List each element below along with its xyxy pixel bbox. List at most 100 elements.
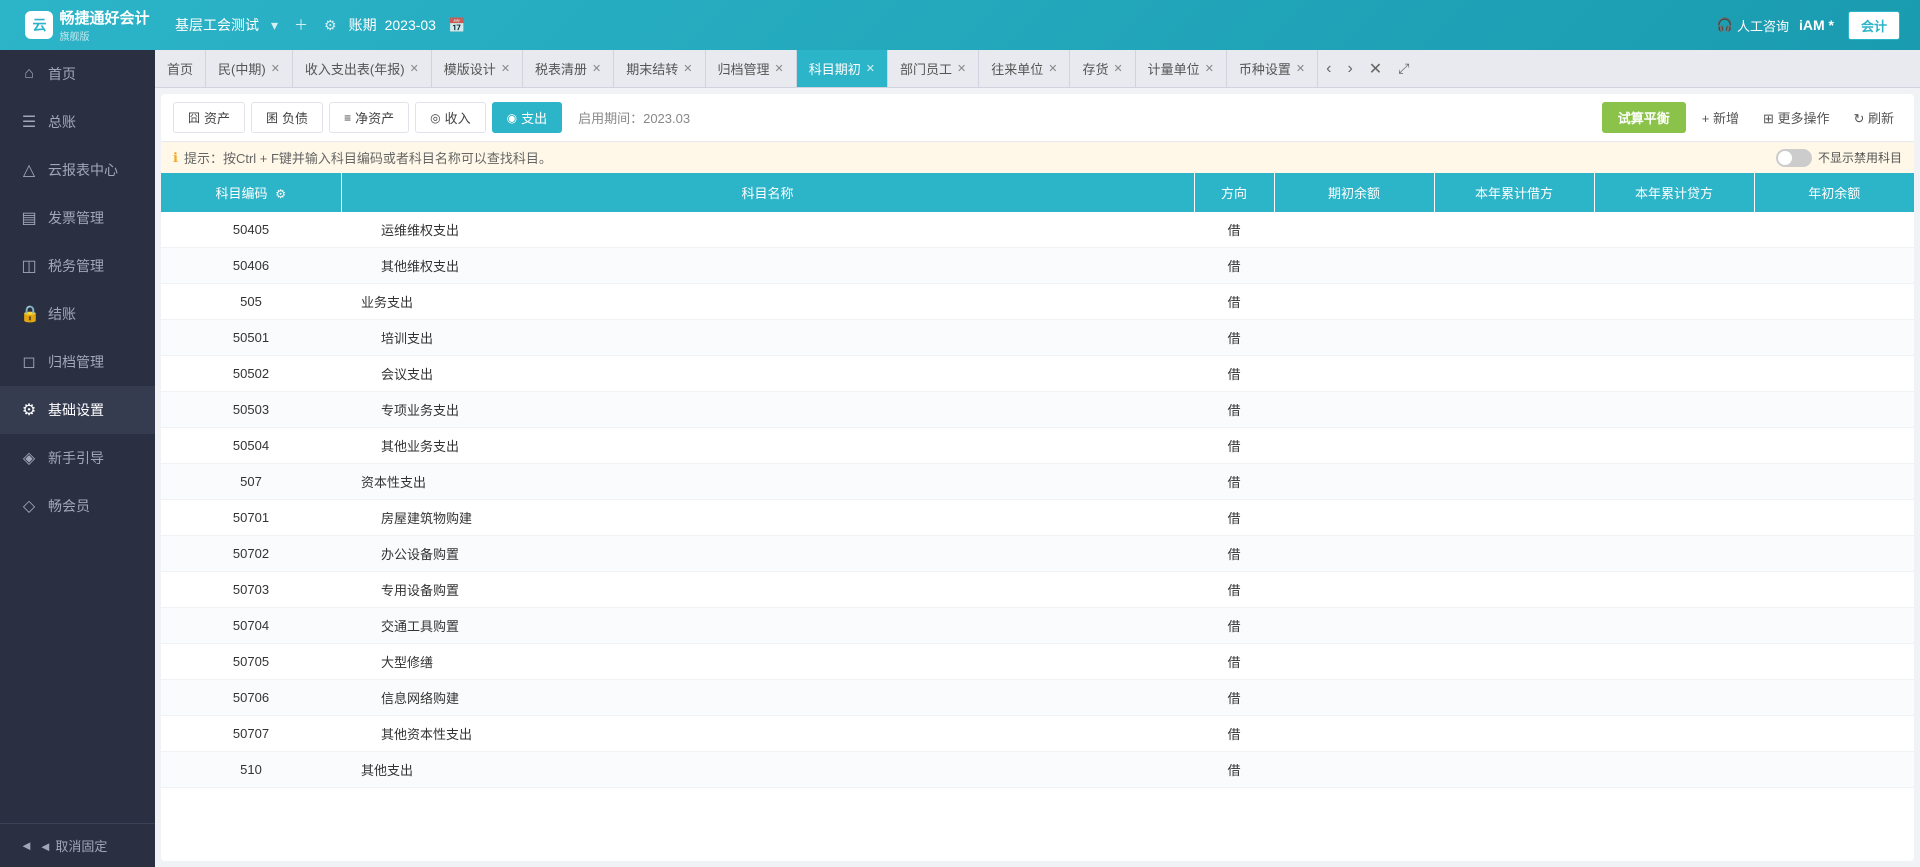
tab-prev-btn[interactable]: ‹ — [1318, 50, 1339, 88]
toggle-switch[interactable] — [1776, 149, 1812, 167]
tab-close-customers[interactable]: ✕ — [1048, 62, 1057, 75]
tab-customers[interactable]: 往来单位 ✕ — [979, 50, 1070, 88]
sidebar-item-tax[interactable]: ◫ 税务管理 — [0, 242, 155, 290]
assets-icon: 囧 — [188, 109, 200, 126]
cell-period-balance — [1274, 212, 1434, 248]
table-row[interactable]: 50701房屋建筑物购建借 — [161, 500, 1914, 536]
tab-expand-btn[interactable]: ⤢ — [1390, 50, 1417, 88]
add-company-icon[interactable]: ＋ — [290, 13, 312, 37]
notice-toggle[interactable]: 不显示禁用科目 — [1776, 149, 1902, 167]
th-name: 科目名称 — [341, 173, 1194, 212]
sidebar-label-settings: 基础设置 — [48, 400, 104, 420]
cell-name: 专用设备购置 — [341, 572, 1194, 608]
category-filter: 囧 资产 囷 负债 ≡ 净资产 ◎ 收入 ◉ 支出 — [161, 94, 1914, 142]
balance-button[interactable]: 试算平衡 — [1602, 102, 1686, 133]
tab-next-btn[interactable]: › — [1339, 50, 1360, 88]
cell-name: 培训支出 — [341, 320, 1194, 356]
logo-icon: 云 — [25, 11, 53, 39]
cell-name: 信息网络购建 — [341, 680, 1194, 716]
tab-close-currency[interactable]: ✕ — [1296, 62, 1305, 75]
table-row[interactable]: 50405运维维权支出借 — [161, 212, 1914, 248]
table-row[interactable]: 50503专项业务支出借 — [161, 392, 1914, 428]
cat-btn-expenses[interactable]: ◉ 支出 — [492, 102, 563, 133]
tab-tax[interactable]: 税表清册 ✕ — [523, 50, 614, 88]
cell-direction: 借 — [1194, 680, 1274, 716]
cell-ytd-debit — [1434, 752, 1594, 788]
add-button[interactable]: + 新增 — [1694, 104, 1747, 131]
tab-home[interactable]: 首页 — [155, 50, 206, 88]
company-dropdown-icon[interactable]: ▾ — [267, 15, 282, 36]
tab-income[interactable]: 收入支出表(年报) ✕ — [293, 50, 432, 88]
tab-close-template[interactable]: ✕ — [501, 62, 510, 75]
table-row[interactable]: 510其他支出借 — [161, 752, 1914, 788]
tab-currency[interactable]: 币种设置 ✕ — [1227, 50, 1318, 88]
settings-gear-icon[interactable]: ⚙ — [320, 15, 341, 36]
net-assets-icon: ≡ — [344, 111, 351, 125]
tab-mid[interactable]: 民(中期) ✕ — [206, 50, 293, 88]
refresh-button[interactable]: ↻ 刷新 — [1845, 104, 1902, 131]
tab-close-all-btn[interactable]: ✕ — [1361, 50, 1390, 88]
cell-ytd-credit — [1594, 716, 1754, 752]
tab-dept[interactable]: 部门员工 ✕ — [888, 50, 979, 88]
tab-label-dept: 部门员工 — [900, 59, 952, 78]
tab-close-closing[interactable]: ✕ — [683, 62, 692, 75]
cell-ytd-credit — [1594, 428, 1754, 464]
cat-btn-income[interactable]: ◎ 收入 — [415, 102, 486, 133]
cat-btn-liabilities[interactable]: 囷 负债 — [251, 102, 323, 133]
tab-close-inventory[interactable]: ✕ — [1113, 62, 1122, 75]
table-row[interactable]: 50704交通工具购置借 — [161, 608, 1914, 644]
cell-name: 其他支出 — [341, 752, 1194, 788]
th-code-settings-icon[interactable]: ⚙ — [275, 187, 286, 201]
cat-btn-assets[interactable]: 囧 资产 — [173, 102, 245, 133]
table-row[interactable]: 50707其他资本性支出借 — [161, 716, 1914, 752]
tab-label-subject-period: 科目期初 — [809, 59, 861, 78]
sidebar-item-invoice[interactable]: ▤ 发票管理 — [0, 194, 155, 242]
calendar-icon[interactable]: 📅 — [444, 15, 469, 36]
tab-close-subject-period[interactable]: ✕ — [866, 62, 875, 75]
tab-subject-period[interactable]: 科目期初 ✕ — [797, 50, 888, 88]
table-row[interactable]: 50705大型修缮借 — [161, 644, 1914, 680]
table-row[interactable]: 507资本性支出借 — [161, 464, 1914, 500]
sidebar-item-archive[interactable]: ◻ 归档管理 — [0, 338, 155, 386]
sidebar-collapse-btn[interactable]: ◄ ◄ 取消固定 — [0, 823, 155, 867]
sidebar-item-member[interactable]: ◇ 畅会员 — [0, 482, 155, 530]
tab-close-mid[interactable]: ✕ — [271, 62, 280, 75]
sidebar-item-settings[interactable]: ⚙ 基础设置 — [0, 386, 155, 434]
cell-ytd-debit — [1434, 716, 1594, 752]
tab-bar: 首页 民(中期) ✕ 收入支出表(年报) ✕ 模版设计 ✕ 税表清册 ✕ 期末结… — [155, 50, 1920, 88]
table-row[interactable]: 50504其他业务支出借 — [161, 428, 1914, 464]
table-row[interactable]: 50502会议支出借 — [161, 356, 1914, 392]
tab-close-dept[interactable]: ✕ — [957, 62, 966, 75]
service-button[interactable]: 🎧 人工咨询 — [1717, 16, 1789, 35]
cell-ytd-credit — [1594, 320, 1754, 356]
more-ops-button[interactable]: ⊞ 更多操作 — [1755, 104, 1838, 131]
tab-close-income[interactable]: ✕ — [410, 62, 419, 75]
th-direction: 方向 — [1194, 173, 1274, 212]
account-button[interactable]: 会计 — [1848, 11, 1900, 40]
table-row[interactable]: 50702办公设备购置借 — [161, 536, 1914, 572]
tab-close-archive[interactable]: ✕ — [775, 62, 784, 75]
sidebar-item-guide[interactable]: ◈ 新手引导 — [0, 434, 155, 482]
tab-archive[interactable]: 归档管理 ✕ — [706, 50, 797, 88]
table-row[interactable]: 505业务支出借 — [161, 284, 1914, 320]
tab-unit[interactable]: 计量单位 ✕ — [1136, 50, 1227, 88]
sidebar-item-closing[interactable]: 🔒 结账 — [0, 290, 155, 338]
expenses-icon: ◉ — [507, 111, 517, 125]
table-row[interactable]: 50501培训支出借 — [161, 320, 1914, 356]
tab-closing[interactable]: 期末结转 ✕ — [614, 50, 705, 88]
cell-period-balance — [1274, 644, 1434, 680]
table-row[interactable]: 50706信息网络购建借 — [161, 680, 1914, 716]
table-row[interactable]: 50406其他维权支出借 — [161, 248, 1914, 284]
tab-close-unit[interactable]: ✕ — [1205, 62, 1214, 75]
cell-period-balance — [1274, 572, 1434, 608]
guide-icon: ◈ — [20, 448, 38, 468]
tab-close-tax[interactable]: ✕ — [592, 62, 601, 75]
sidebar-item-home[interactable]: ⌂ 首页 — [0, 50, 155, 98]
sidebar-item-reports[interactable]: △ 云报表中心 — [0, 146, 155, 194]
tab-template[interactable]: 模版设计 ✕ — [432, 50, 523, 88]
table-row[interactable]: 50703专用设备购置借 — [161, 572, 1914, 608]
tab-inventory[interactable]: 存货 ✕ — [1070, 50, 1135, 88]
cell-code: 510 — [161, 752, 341, 788]
sidebar-item-ledger[interactable]: ☰ 总账 — [0, 98, 155, 146]
cat-btn-net-assets[interactable]: ≡ 净资产 — [329, 102, 409, 133]
